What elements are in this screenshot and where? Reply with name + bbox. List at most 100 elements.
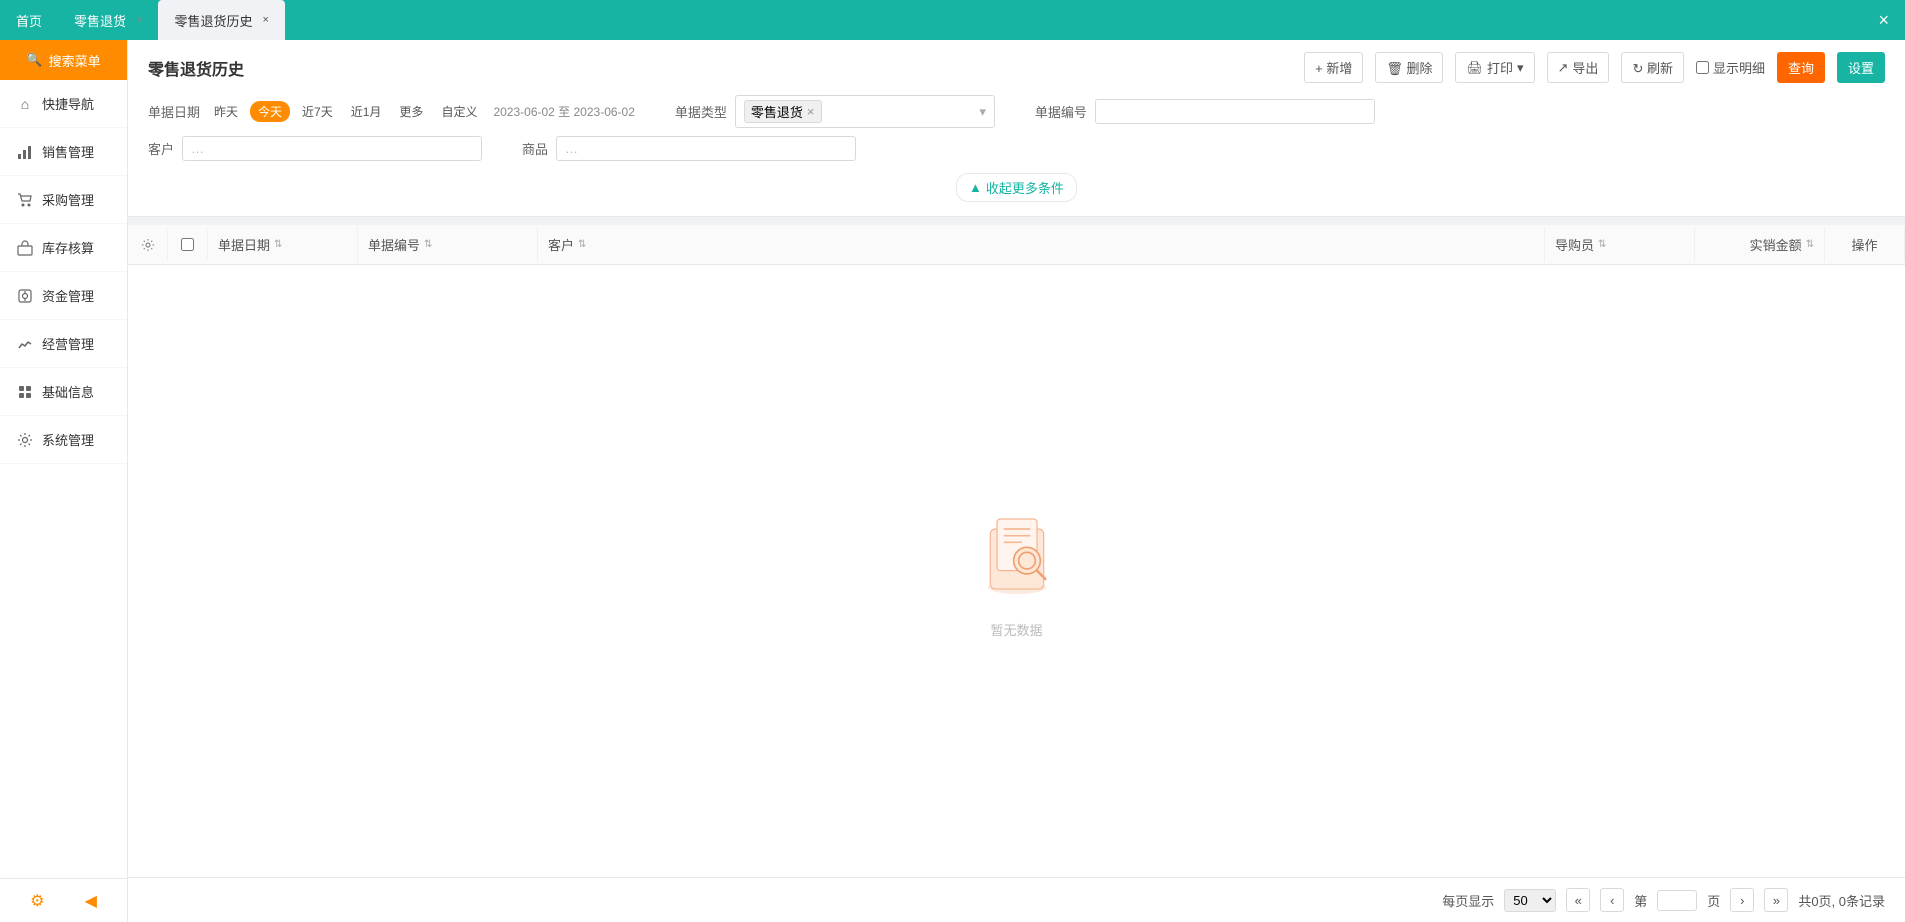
goods-filter-select[interactable]: … bbox=[556, 136, 856, 161]
th-guide[interactable]: 导购员 ⇅ bbox=[1545, 227, 1695, 262]
page-title: 零售退货历史 bbox=[148, 56, 244, 80]
customer-filter-item: 客户 … bbox=[148, 136, 482, 161]
th-checkbox[interactable] bbox=[168, 230, 208, 259]
sidebar-item-inventory-label: 库存核算 bbox=[42, 238, 94, 257]
sidebar-item-sys-mgmt[interactable]: 系统管理 bbox=[0, 416, 127, 464]
date-filter-label: 单据日期 bbox=[148, 102, 200, 121]
basic-info-icon bbox=[16, 383, 34, 401]
sidebar-item-quick-nav[interactable]: ⌂ 快捷导航 bbox=[0, 80, 127, 128]
date-option-more[interactable]: 更多 bbox=[393, 101, 429, 122]
date-option-yesterday[interactable]: 昨天 bbox=[208, 101, 244, 122]
show-detail-input[interactable] bbox=[1696, 61, 1709, 74]
settings-icon[interactable]: ⚙ bbox=[30, 891, 44, 911]
query-button[interactable]: 查询 bbox=[1777, 52, 1825, 83]
tab-retail-return-label: 零售退货 bbox=[74, 11, 126, 30]
main-layout: 🔍 搜索菜单 ⌂ 快捷导航 销售管理 采购管理 bbox=[0, 40, 1905, 922]
sidebar-nav: ⌂ 快捷导航 销售管理 采购管理 库存核算 bbox=[0, 80, 127, 878]
type-tag-label: 零售退货 bbox=[751, 102, 803, 121]
export-button[interactable]: ↗ 导出 bbox=[1547, 52, 1610, 83]
collapse-filter-button[interactable]: ▲ 收起更多条件 bbox=[956, 173, 1077, 202]
per-page-select[interactable]: 50 10 20 100 bbox=[1504, 889, 1556, 912]
tab-retail-return-close[interactable]: × bbox=[136, 14, 142, 26]
next-page-button[interactable]: › bbox=[1730, 888, 1754, 912]
date-option-7days[interactable]: 近7天 bbox=[296, 101, 339, 122]
customer-filter-select[interactable]: … bbox=[182, 136, 482, 161]
type-filter-select[interactable]: 零售退货 × ▾ bbox=[735, 95, 995, 128]
show-detail-checkbox[interactable]: 显示明细 bbox=[1696, 58, 1765, 77]
sidebar-search[interactable]: 🔍 搜索菜单 bbox=[0, 40, 127, 80]
sidebar-item-purchase-mgmt-label: 采购管理 bbox=[42, 190, 94, 209]
last-page-button[interactable]: » bbox=[1764, 888, 1788, 912]
th-amount: 实销金额 ⇅ bbox=[1695, 227, 1825, 262]
prev-page-button[interactable]: ‹ bbox=[1600, 888, 1624, 912]
th-amount-label: 实销金额 bbox=[1750, 235, 1802, 254]
pagination: 每页显示 50 10 20 100 « ‹ 第 1 页 › bbox=[128, 877, 1905, 922]
filter-area: 单据日期 昨天 今天 近7天 近1月 更多 自定义 2023-06-02 至 2… bbox=[148, 95, 1885, 216]
th-settings[interactable] bbox=[128, 230, 168, 260]
amount-sort-icon: ⇅ bbox=[1806, 239, 1814, 250]
sidebar-item-finance-mgmt[interactable]: 资金管理 bbox=[0, 272, 127, 320]
show-detail-label: 显示明细 bbox=[1713, 58, 1765, 77]
sidebar-item-basic-info-label: 基础信息 bbox=[42, 382, 94, 401]
sidebar-search-label: 搜索菜单 bbox=[49, 51, 101, 70]
print-button[interactable]: 🖨 打印 ▾ bbox=[1455, 52, 1534, 83]
date-option-today[interactable]: 今天 bbox=[250, 101, 290, 122]
print-label: 打印 bbox=[1487, 58, 1513, 77]
th-action: 操作 bbox=[1825, 227, 1905, 262]
print-chevron-icon: ▾ bbox=[1517, 60, 1524, 76]
delete-button[interactable]: 🗑 删除 bbox=[1375, 52, 1443, 83]
tab-retail-return[interactable]: 零售退货 × bbox=[58, 0, 158, 40]
top-bar: 首页 零售退货 × 零售退货历史 × × bbox=[0, 0, 1905, 40]
th-action-label: 操作 bbox=[1851, 235, 1877, 254]
number-sort-icon: ⇅ bbox=[424, 239, 432, 250]
type-chevron-icon: ▾ bbox=[979, 104, 986, 120]
sales-mgmt-icon bbox=[16, 143, 34, 161]
finance-mgmt-icon bbox=[16, 287, 34, 305]
select-all-checkbox[interactable] bbox=[181, 238, 194, 251]
date-option-custom[interactable]: 自定义 bbox=[435, 101, 483, 122]
sidebar-item-basic-info[interactable]: 基础信息 bbox=[0, 368, 127, 416]
page-header: 零售退货历史 + 新增 🗑 删除 🖨 打印 ▾ ↗ 导出 ↻ 刷新 bbox=[128, 40, 1905, 217]
new-button[interactable]: + 新增 bbox=[1304, 52, 1363, 83]
th-number[interactable]: 单据编号 ⇅ bbox=[358, 227, 538, 262]
sidebar-item-sales-mgmt-label: 销售管理 bbox=[42, 142, 94, 161]
th-guide-label: 导购员 bbox=[1555, 235, 1594, 254]
tab-home-label: 首页 bbox=[16, 11, 42, 30]
tab-home[interactable]: 首页 bbox=[0, 0, 58, 40]
first-page-button[interactable]: « bbox=[1566, 888, 1590, 912]
guide-sort-icon: ⇅ bbox=[1598, 239, 1606, 250]
page-label: 第 bbox=[1634, 891, 1647, 910]
per-page-label: 每页显示 bbox=[1442, 891, 1494, 910]
window-close-button[interactable]: × bbox=[1878, 10, 1905, 31]
toolbar: + 新增 🗑 删除 🖨 打印 ▾ ↗ 导出 ↻ 刷新 显示明细 bbox=[1304, 52, 1885, 83]
date-range-display: 2023-06-02 至 2023-06-02 bbox=[493, 103, 634, 120]
tab-retail-return-history[interactable]: 零售退货历史 × bbox=[158, 0, 284, 40]
sidebar-item-operations-mgmt[interactable]: 经营管理 bbox=[0, 320, 127, 368]
table-container: 单据日期 ⇅ 单据编号 ⇅ 客户 ⇅ 导购员 ⇅ 实销金额 ⇅ bbox=[128, 225, 1905, 922]
type-filter-item: 单据类型 零售退货 × ▾ bbox=[675, 95, 995, 128]
date-option-1month[interactable]: 近1月 bbox=[345, 101, 388, 122]
page-input[interactable]: 1 bbox=[1657, 890, 1697, 911]
date-filter-item: 单据日期 昨天 今天 近7天 近1月 更多 自定义 2023-06-02 至 2… bbox=[148, 101, 635, 122]
customer-sort-icon: ⇅ bbox=[578, 239, 586, 250]
export-icon: ↗ bbox=[1558, 60, 1569, 76]
th-customer[interactable]: 客户 ⇅ bbox=[538, 227, 1545, 262]
sidebar-item-quick-nav-label: 快捷导航 bbox=[42, 94, 94, 113]
tab-retail-return-history-close[interactable]: × bbox=[262, 14, 268, 26]
sidebar-item-purchase-mgmt[interactable]: 采购管理 bbox=[0, 176, 127, 224]
empty-state-icon bbox=[967, 504, 1067, 604]
sys-mgmt-icon bbox=[16, 431, 34, 449]
number-filter-input[interactable] bbox=[1095, 99, 1375, 124]
last-page-icon: » bbox=[1773, 893, 1780, 908]
filter-row-1: 单据日期 昨天 今天 近7天 近1月 更多 自定义 2023-06-02 至 2… bbox=[148, 95, 1885, 128]
settings-button[interactable]: 设置 bbox=[1837, 52, 1885, 83]
collapse-sidebar-icon[interactable]: ◀ bbox=[85, 891, 97, 911]
type-tag-close[interactable]: × bbox=[807, 104, 815, 119]
page-title-bar: 零售退货历史 + 新增 🗑 删除 🖨 打印 ▾ ↗ 导出 ↻ 刷新 bbox=[148, 52, 1885, 83]
customer-filter-label: 客户 bbox=[148, 139, 174, 158]
operations-mgmt-icon bbox=[16, 335, 34, 353]
sidebar-item-inventory[interactable]: 库存核算 bbox=[0, 224, 127, 272]
refresh-button[interactable]: ↻ 刷新 bbox=[1621, 52, 1684, 83]
sidebar-item-sales-mgmt[interactable]: 销售管理 bbox=[0, 128, 127, 176]
th-date[interactable]: 单据日期 ⇅ bbox=[208, 227, 358, 262]
